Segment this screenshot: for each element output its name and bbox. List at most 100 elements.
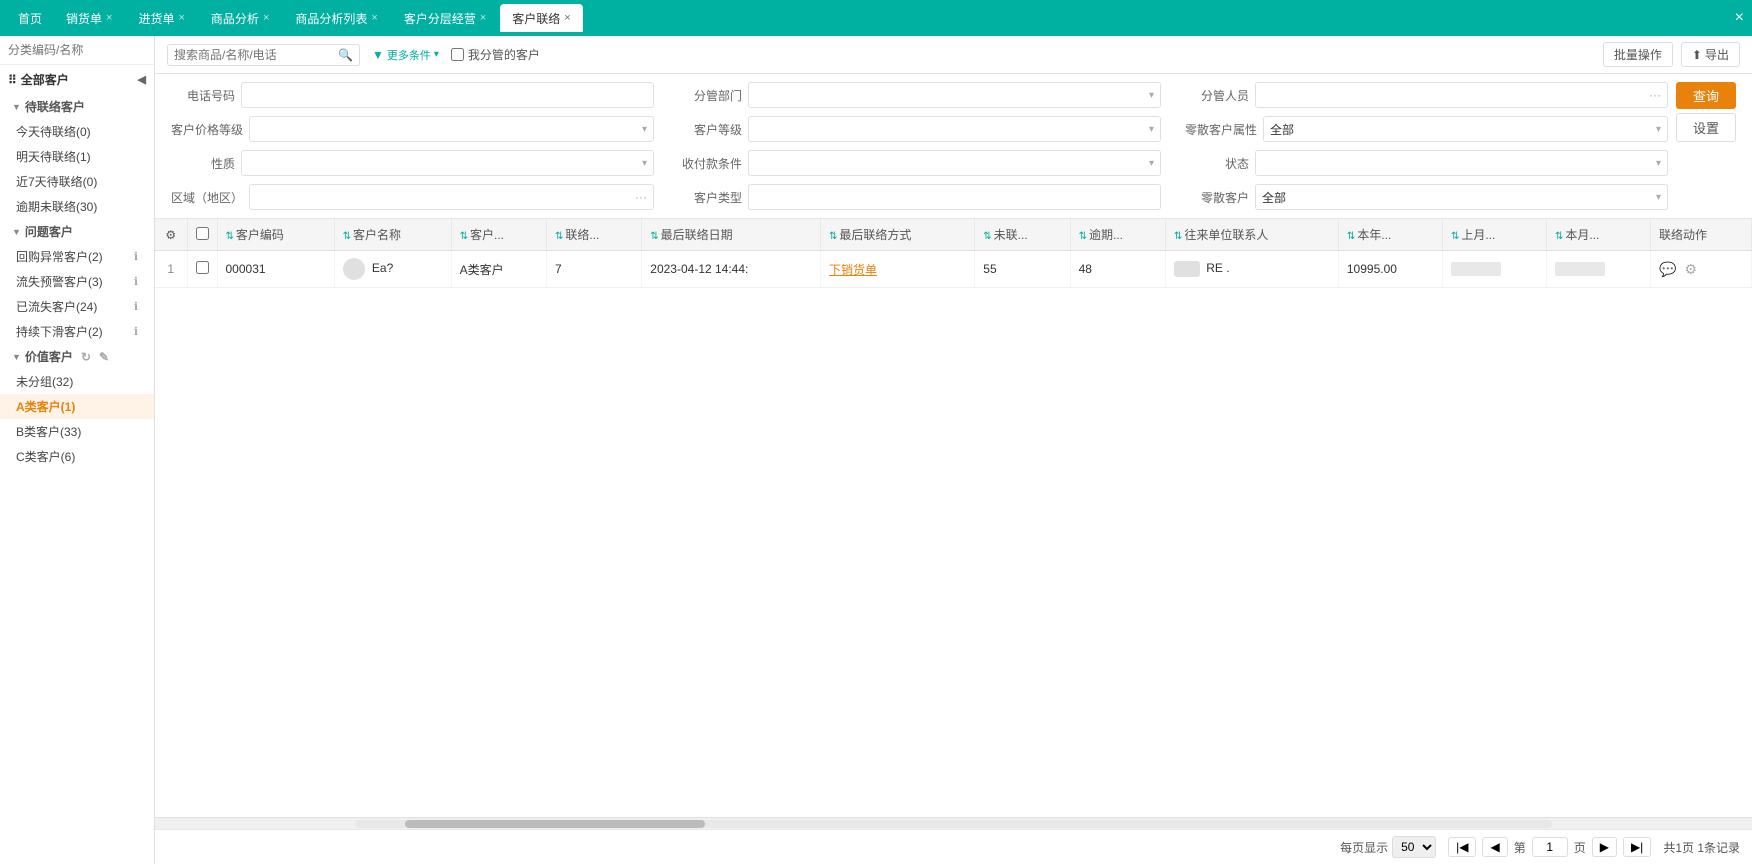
filter-row-3: 性质 ▾ 收付款条件 ▾ bbox=[171, 150, 1668, 176]
my-customers-check[interactable]: 我分管的客户 bbox=[451, 46, 540, 63]
sidebar-item-abnormal[interactable]: 回购异常客户(2) ℹ bbox=[0, 244, 154, 269]
close-customer-layer-icon[interactable]: × bbox=[480, 12, 486, 24]
nav-tab-sales[interactable]: 销货单 × bbox=[54, 4, 124, 32]
sidebar-item-ungroup[interactable]: 未分组(32) bbox=[0, 369, 154, 394]
sidebar-item-c-class[interactable]: C类客户(6) bbox=[0, 444, 154, 469]
chat-icon[interactable]: 💬 bbox=[1659, 261, 1676, 278]
nav-tab-goods-list[interactable]: 商品分析列表 × bbox=[283, 4, 389, 32]
nav-tab-customer-layer[interactable]: 客户分层经营 × bbox=[392, 4, 498, 32]
region-input[interactable]: ··· bbox=[249, 184, 654, 210]
nav-tab-purchase[interactable]: 进货单 × bbox=[126, 4, 196, 32]
scroll-track bbox=[355, 820, 1552, 828]
col-last-month[interactable]: ⇅上月... bbox=[1442, 219, 1546, 251]
phone-input[interactable] bbox=[241, 82, 654, 108]
all-customers-header[interactable]: ⠿ 全部客户 ◀ bbox=[0, 65, 154, 94]
edit-icon[interactable]: ✎ bbox=[99, 350, 109, 364]
col-type[interactable]: ⇅客户... bbox=[451, 219, 546, 251]
top-nav: 首页 销货单 × 进货单 × 商品分析 × 商品分析列表 × 客户分层经营 × … bbox=[0, 0, 1752, 36]
filter-price-level: 客户价格等级 ▾ bbox=[171, 116, 654, 142]
col-this-month[interactable]: ⇅本月... bbox=[1547, 219, 1651, 251]
close-all-icon[interactable]: × bbox=[1735, 9, 1744, 27]
col-last-date[interactable]: ⇅最后联络日期 bbox=[642, 219, 821, 251]
retail-attr-select[interactable]: 全部▾ bbox=[1263, 116, 1668, 142]
last-page-button[interactable]: ▶| bbox=[1623, 837, 1651, 857]
sidebar-search-input[interactable] bbox=[8, 43, 155, 57]
status-select[interactable]: ▾ bbox=[1255, 150, 1668, 176]
close-goods-list-icon[interactable]: × bbox=[371, 12, 377, 24]
filter-status: 状态 ▾ bbox=[1185, 150, 1668, 176]
table-footer: 每页显示 50 |◀ ◀ 第 页 ▶ ▶| 共1页 1条记录 bbox=[155, 829, 1752, 864]
sidebar-search-area: 🔍 bbox=[0, 36, 154, 65]
info-icon-1: ℹ bbox=[134, 250, 138, 263]
value-customers-group[interactable]: ▼ 价值客户 ↻ ✎ bbox=[0, 344, 154, 369]
cell-this-month bbox=[1547, 251, 1651, 288]
sidebar-item-lost[interactable]: 已流失客户(24) ℹ bbox=[0, 294, 154, 319]
payment-select[interactable]: ▾ bbox=[748, 150, 1161, 176]
batch-op-button[interactable]: 批量操作 bbox=[1603, 42, 1673, 67]
col-name[interactable]: ⇅客户名称 bbox=[334, 219, 451, 251]
connect-icon[interactable]: ⚙ bbox=[1684, 261, 1697, 278]
col-checkbox[interactable] bbox=[187, 219, 217, 251]
dept-select[interactable]: ▾ bbox=[748, 82, 1161, 108]
scroll-thumb[interactable] bbox=[405, 820, 705, 828]
col-settings[interactable]: ⚙ bbox=[155, 219, 187, 251]
col-contact-person[interactable]: ⇅往来单位联系人 bbox=[1165, 219, 1338, 251]
filter-retail-attr: 零散客户属性 全部▾ bbox=[1185, 116, 1668, 142]
sidebar-item-declining[interactable]: 持续下滑客户(2) ℹ bbox=[0, 319, 154, 344]
query-button[interactable]: 查询 bbox=[1676, 82, 1736, 109]
more-filters-btn[interactable]: ▼ 更多条件 ▾ bbox=[372, 47, 439, 63]
nature-select[interactable]: ▾ bbox=[241, 150, 654, 176]
my-customers-checkbox[interactable] bbox=[451, 48, 464, 61]
nav-tab-customer-contact[interactable]: 客户联络 × bbox=[500, 4, 582, 32]
close-goods-analysis-icon[interactable]: × bbox=[263, 12, 269, 24]
filter-row-2: 客户价格等级 ▾ 客户等级 ▾ bbox=[171, 116, 1668, 142]
price-level-select[interactable]: ▾ bbox=[249, 116, 654, 142]
col-this-year[interactable]: ⇅本年... bbox=[1338, 219, 1442, 251]
horizontal-scrollbar[interactable] bbox=[155, 817, 1752, 829]
sort-icon-uncontacted: ⇅ bbox=[983, 231, 991, 242]
sort-icon-person: ⇅ bbox=[1174, 231, 1182, 242]
col-uncontacted[interactable]: ⇅未联... bbox=[975, 219, 1070, 251]
person-input[interactable]: ··· bbox=[1255, 82, 1668, 108]
col-contact-count[interactable]: ⇅联络... bbox=[546, 219, 641, 251]
next-page-button[interactable]: ▶ bbox=[1592, 837, 1617, 857]
prev-page-button[interactable]: ◀ bbox=[1482, 837, 1507, 857]
col-code[interactable]: ⇅客户编码 bbox=[217, 219, 334, 251]
customer-table: ⚙ ⇅客户编码 ⇅客户名称 ⇅客户... ⇅联络... ⇅最后联络日期 ⇅最后联… bbox=[155, 219, 1752, 288]
retail-customer-select[interactable]: 全部▾ bbox=[1255, 184, 1668, 210]
pending-contact-group[interactable]: ▼ 待联络客户 bbox=[0, 94, 154, 119]
sidebar-item-7days[interactable]: 近7天待联络(0) bbox=[0, 169, 154, 194]
avatar bbox=[343, 258, 365, 280]
setting-button[interactable]: 设置 bbox=[1676, 113, 1736, 142]
sidebar-item-a-class[interactable]: A类客户(1) bbox=[0, 394, 154, 419]
close-sales-icon[interactable]: × bbox=[106, 12, 112, 24]
first-page-button[interactable]: |◀ bbox=[1448, 837, 1476, 857]
export-icon: ⬆ bbox=[1692, 48, 1702, 62]
col-last-method[interactable]: ⇅最后联络方式 bbox=[820, 219, 974, 251]
cell-last-method[interactable]: 下销货单 bbox=[820, 251, 974, 288]
select-all-checkbox[interactable] bbox=[196, 227, 209, 240]
collapse-icon: ◀ bbox=[138, 73, 146, 86]
sort-icon-contact: ⇅ bbox=[555, 231, 563, 242]
page-number-input[interactable] bbox=[1532, 837, 1568, 857]
row-checkbox[interactable] bbox=[196, 261, 209, 274]
sidebar-item-warning[interactable]: 流失预警客户(3) ℹ bbox=[0, 269, 154, 294]
cell-index: 1 bbox=[155, 251, 187, 288]
close-customer-contact-icon[interactable]: × bbox=[564, 12, 570, 24]
per-page-select[interactable]: 50 bbox=[1392, 836, 1436, 858]
sidebar-item-b-class[interactable]: B类客户(33) bbox=[0, 419, 154, 444]
close-purchase-icon[interactable]: × bbox=[178, 12, 184, 24]
col-overdue[interactable]: ⇅逾期... bbox=[1070, 219, 1165, 251]
customer-type-input[interactable] bbox=[748, 184, 1161, 210]
sidebar-item-overdue[interactable]: 逾期未联络(30) bbox=[0, 194, 154, 219]
sidebar-item-today[interactable]: 今天待联络(0) bbox=[0, 119, 154, 144]
cell-checkbox[interactable] bbox=[187, 251, 217, 288]
sidebar-item-tomorrow[interactable]: 明天待联络(1) bbox=[0, 144, 154, 169]
nav-tab-goods-analysis[interactable]: 商品分析 × bbox=[199, 4, 281, 32]
search-input[interactable] bbox=[174, 48, 334, 62]
export-button[interactable]: ⬆ 导出 bbox=[1681, 42, 1740, 67]
customer-level-select[interactable]: ▾ bbox=[748, 116, 1161, 142]
problem-customers-group[interactable]: ▼ 问题客户 bbox=[0, 219, 154, 244]
refresh-icon[interactable]: ↻ bbox=[81, 350, 91, 364]
nav-tab-home[interactable]: 首页 bbox=[8, 4, 52, 32]
